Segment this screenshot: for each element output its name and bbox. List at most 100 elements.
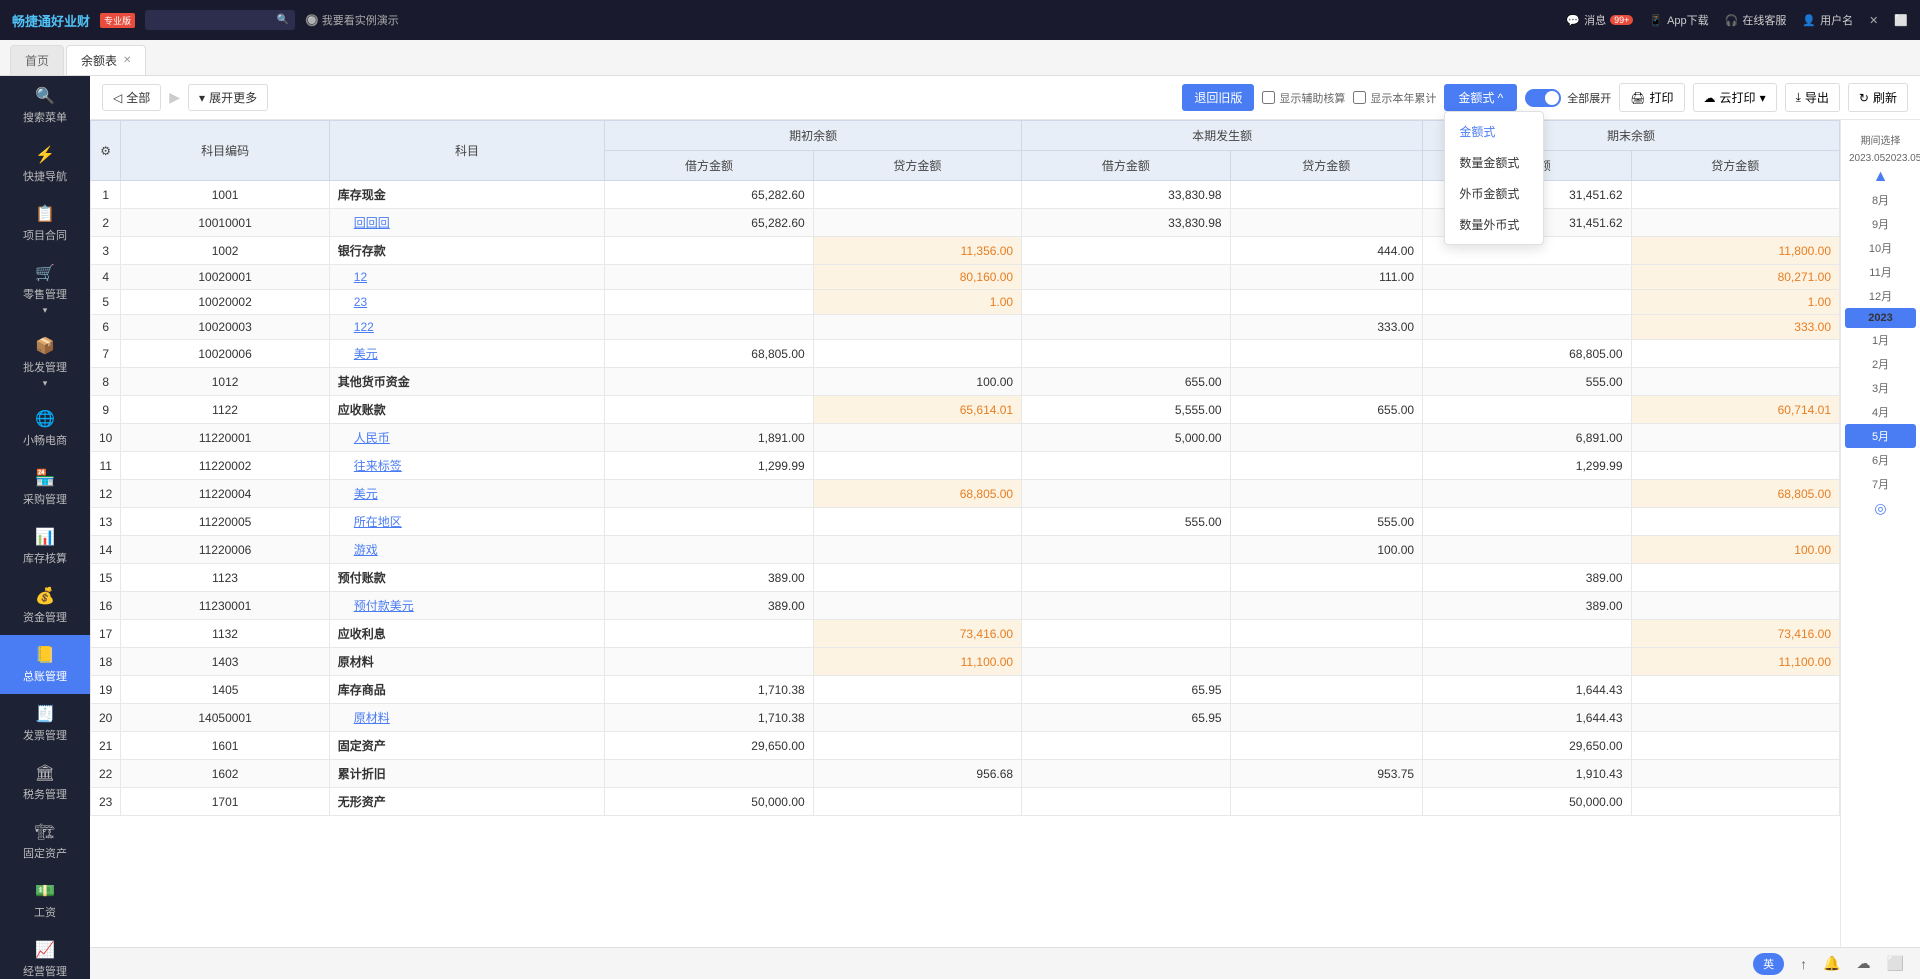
row-subject[interactable]: 12 [329, 265, 604, 290]
row-subject[interactable]: 游戏 [329, 536, 604, 564]
toggle-switch-input[interactable] [1525, 89, 1561, 107]
sidebar-label-assets: 固定资产 [23, 845, 67, 861]
sidebar-item-operations[interactable]: 📈 经营管理 [0, 930, 90, 979]
row-opening-debit: 68,805.00 [605, 340, 813, 368]
show-assist-checkbox[interactable]: 显示辅助核算 [1262, 90, 1345, 106]
mode-amount[interactable]: 金额式 [1445, 116, 1543, 147]
row-subject: 应收利息 [329, 620, 604, 648]
tab-home[interactable]: 首页 [10, 45, 64, 75]
user-avatar[interactable]: 👤 用户名 [1802, 12, 1853, 28]
sidebar-item-tax[interactable]: 🏛 税务管理 [0, 753, 90, 812]
export-button[interactable]: ⤓ 导出 [1785, 83, 1840, 112]
row-closing-debit: 29,650.00 [1423, 732, 1631, 760]
sidebar-item-project[interactable]: 📋 项目合同 [0, 194, 90, 253]
row-opening-credit [813, 340, 1021, 368]
period-month-item[interactable]: 6月 [1845, 448, 1916, 472]
search-input[interactable] [145, 10, 295, 30]
mode-qty-amount[interactable]: 数量金额式 [1445, 147, 1543, 178]
status-icon-1[interactable]: ↑ [1800, 956, 1807, 972]
row-subject[interactable]: 原材料 [329, 704, 604, 732]
expand-more-button[interactable]: ▾ 展开更多 [188, 84, 268, 111]
sidebar-item-assets[interactable]: 🏗 固定资产 [0, 812, 90, 871]
message-button[interactable]: 💬 消息 99+ [1566, 12, 1633, 28]
row-subject[interactable]: 人民币 [329, 424, 604, 452]
sidebar-item-quick-nav[interactable]: ⚡ 快捷导航 [0, 135, 90, 194]
period-month-item[interactable]: 2023 [1845, 308, 1916, 328]
period-month-item[interactable]: 8月 [1845, 188, 1916, 212]
mode-button[interactable]: 金额式 ^ [1444, 84, 1517, 111]
status-icon-3[interactable]: ☁ [1857, 955, 1871, 972]
refresh-button[interactable]: ↻ 刷新 [1848, 83, 1908, 112]
status-icon-2[interactable]: 🔔 [1823, 955, 1840, 972]
table-row: 22 1602 累计折旧 956.68 953.75 1,910.43 [91, 760, 1840, 788]
row-subject[interactable]: 23 [329, 290, 604, 315]
period-up-button[interactable]: ▲ [1845, 166, 1916, 188]
sidebar-label-project: 项目合同 [23, 227, 67, 243]
row-code: 1405 [121, 676, 329, 704]
sidebar-item-ecommerce[interactable]: 🌐 小畅电商 [0, 399, 90, 458]
mode-qty-foreign[interactable]: 数量外币式 [1445, 209, 1543, 240]
row-opening-credit: 65,614.01 [813, 396, 1021, 424]
demo-link[interactable]: 🔘 我要看实例演示 [305, 12, 399, 28]
status-icon-4[interactable]: ⬜ [1887, 955, 1904, 972]
period-month-item[interactable]: 12月 [1845, 284, 1916, 308]
sidebar-item-ledger[interactable]: 📒 总账管理 [0, 635, 90, 694]
lang-button[interactable]: 英 [1753, 953, 1784, 975]
mode-foreign-amount[interactable]: 外币金额式 [1445, 178, 1543, 209]
period-month-item[interactable]: 4月 [1845, 400, 1916, 424]
sidebar-label-operations: 经营管理 [23, 963, 67, 979]
tab-home-label: 首页 [25, 52, 49, 69]
row-subject[interactable]: 往来标签 [329, 452, 604, 480]
expand-all-toggle: 全部展开 [1525, 89, 1611, 107]
sidebar-item-payroll[interactable]: 💵 工资 [0, 871, 90, 930]
row-period-credit [1230, 592, 1423, 620]
period-month-item[interactable]: 1月 [1845, 328, 1916, 352]
row-opening-credit: 80,160.00 [813, 265, 1021, 290]
row-closing-debit: 1,910.43 [1423, 760, 1631, 788]
close-icon[interactable]: ✕ [1869, 14, 1878, 27]
row-subject[interactable]: 美元 [329, 480, 604, 508]
row-subject[interactable]: 回回回 [329, 209, 604, 237]
online-service-button[interactable]: 🎧 在线客服 [1725, 12, 1787, 28]
row-closing-debit: 68,805.00 [1423, 340, 1631, 368]
sidebar-item-invoice[interactable]: 🧾 发票管理 [0, 694, 90, 753]
row-code: 11230001 [121, 592, 329, 620]
row-closing-credit [1631, 788, 1840, 816]
row-closing-credit: 11,100.00 [1631, 648, 1840, 676]
ytd-checkbox-input[interactable] [1353, 91, 1366, 104]
tab-balance-label: 余额表 [81, 52, 117, 69]
assist-checkbox-input[interactable] [1262, 91, 1275, 104]
tab-balance[interactable]: 余额表 ✕ [66, 45, 146, 75]
row-subject[interactable]: 预付款美元 [329, 592, 604, 620]
period-month-item[interactable]: 2月 [1845, 352, 1916, 376]
period-month-item[interactable]: 7月 [1845, 472, 1916, 496]
row-period-debit [1022, 620, 1230, 648]
return-old-button[interactable]: 退回旧版 [1182, 84, 1254, 111]
print-button[interactable]: 🖨 打印 [1619, 83, 1684, 112]
period-expand-button[interactable]: ◎ [1845, 496, 1916, 521]
maximize-icon[interactable]: ⬜ [1894, 14, 1908, 27]
period-month-item[interactable]: 10月 [1845, 236, 1916, 260]
row-subject[interactable]: 美元 [329, 340, 604, 368]
tab-close-icon[interactable]: ✕ [123, 55, 131, 66]
period-month-item[interactable]: 5月 [1845, 424, 1916, 448]
period-month-item[interactable]: 3月 [1845, 376, 1916, 400]
row-no: 20 [91, 704, 121, 732]
app-download-button[interactable]: 📱 App下载 [1649, 12, 1708, 28]
row-opening-credit: 11,100.00 [813, 648, 1021, 676]
sidebar-item-capital[interactable]: 💰 资金管理 [0, 576, 90, 635]
row-subject[interactable]: 122 [329, 315, 604, 340]
sidebar-item-inventory[interactable]: 📊 库存核算 [0, 517, 90, 576]
cloud-print-button[interactable]: ☁ 云打印 ▾ [1693, 83, 1777, 112]
message-icon: 💬 [1566, 14, 1580, 27]
period-month-item[interactable]: 9月 [1845, 212, 1916, 236]
sidebar-item-wholesale[interactable]: 📦 批发管理 ▾ [0, 326, 90, 399]
sidebar-item-purchase[interactable]: 🏪 采购管理 [0, 458, 90, 517]
sidebar-item-search[interactable]: 🔍 搜索菜单 [0, 76, 90, 135]
sidebar-item-retail[interactable]: 🛒 零售管理 ▾ [0, 253, 90, 326]
period-month-item[interactable]: 11月 [1845, 260, 1916, 284]
row-subject[interactable]: 所在地区 [329, 508, 604, 536]
all-button[interactable]: ◁ 全部 [102, 84, 161, 111]
show-ytd-checkbox[interactable]: 显示本年累计 [1353, 90, 1436, 106]
row-period-debit [1022, 315, 1230, 340]
